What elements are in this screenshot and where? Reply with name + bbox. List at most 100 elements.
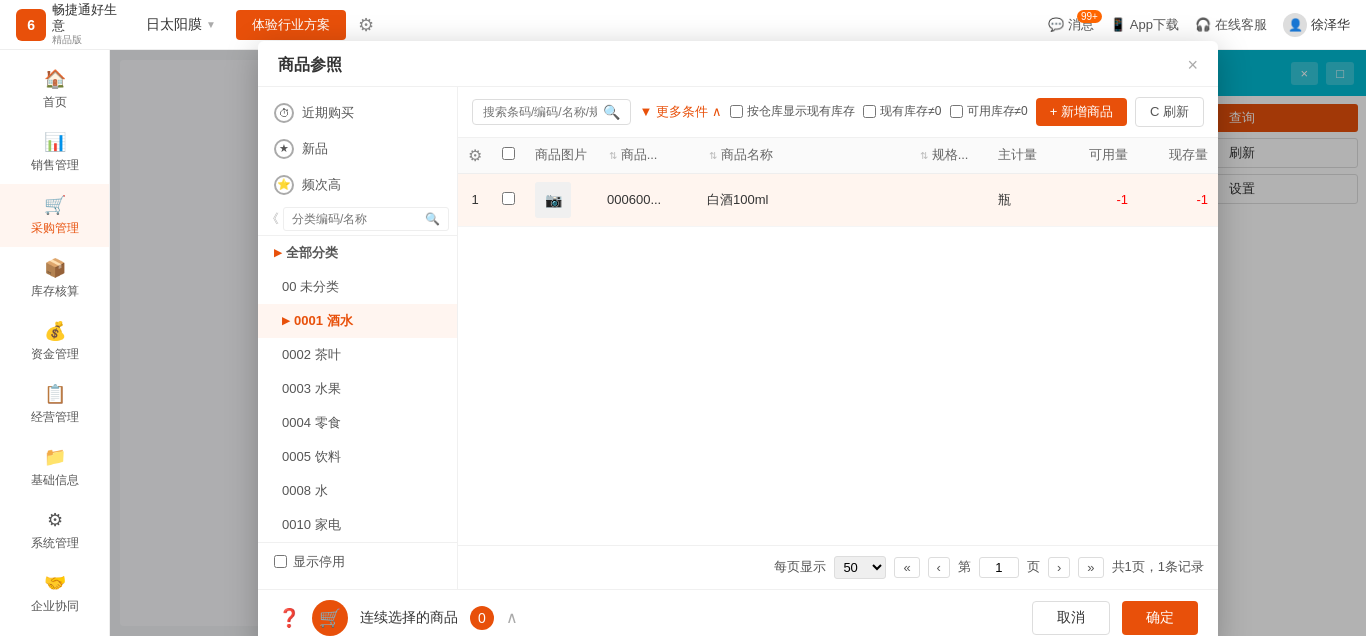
quick-item-frequent[interactable]: ⭐ 频次高	[258, 167, 457, 203]
col-spec-header[interactable]: ⇅ 规格...	[908, 138, 988, 174]
warehouse-checkbox[interactable]	[730, 105, 743, 118]
row-name: 白酒100ml	[697, 173, 908, 226]
category-0001[interactable]: ▶ 0001 酒水	[258, 304, 457, 338]
next-page-button[interactable]: ›	[1048, 557, 1070, 578]
filter-button[interactable]: ▼ 更多条件 ∧	[639, 103, 722, 121]
prev-page-button[interactable]: ‹	[928, 557, 950, 578]
col-stock-label: 现存量	[1169, 147, 1208, 162]
checkbox-stock-nonzero[interactable]: 现有库存≠0	[863, 103, 941, 120]
sidebar-label-collab: 企业协同	[31, 598, 79, 615]
category-search-input[interactable]	[292, 212, 421, 226]
sidebar-label-inventory: 库存核算	[31, 283, 79, 300]
cart-label: 连续选择的商品	[360, 609, 458, 627]
quick-item-recent[interactable]: ⏱ 近期购买	[258, 95, 457, 131]
category-all-label: 全部分类	[286, 244, 338, 262]
category-all[interactable]: ▶ 全部分类	[258, 236, 457, 270]
store-selector[interactable]: 日太阳膜 ▼	[138, 12, 224, 38]
col-stock-header: 现存量	[1138, 138, 1218, 174]
sidebar-item-collab[interactable]: 🤝 企业协同	[0, 562, 109, 625]
sidebar-label-home: 首页	[43, 94, 67, 111]
sidebar-item-system[interactable]: ⚙ 系统管理	[0, 499, 109, 562]
product-search-input[interactable]	[483, 105, 597, 119]
help-icon[interactable]: ❓	[278, 607, 300, 629]
category-0010[interactable]: 0010 家电	[258, 508, 457, 542]
checkbox-avail-nonzero[interactable]: 可用库存≠0	[950, 103, 1028, 120]
sidebar-item-sales[interactable]: 📊 销售管理	[0, 121, 109, 184]
sidebar-item-purchase[interactable]: 🛒 采购管理	[0, 184, 109, 247]
collapse-left-icon[interactable]: 《	[266, 210, 279, 228]
sidebar-item-inventory[interactable]: 📦 库存核算	[0, 247, 109, 310]
online-service-label: 在线客服	[1215, 16, 1267, 34]
row-check	[492, 173, 525, 226]
sidebar-item-finance[interactable]: 💰 资金管理	[0, 310, 109, 373]
page-size-select[interactable]: 20 50 100	[834, 556, 886, 579]
user-item[interactable]: 👤 徐泽华	[1283, 13, 1350, 37]
footer-buttons: 取消 确定	[1032, 601, 1198, 635]
modal-close-button[interactable]: ×	[1187, 55, 1198, 76]
experience-button[interactable]: 体验行业方案	[236, 10, 346, 40]
col-name-header[interactable]: ⇅ 商品名称	[697, 138, 908, 174]
category-0005[interactable]: 0005 饮料	[258, 440, 457, 474]
sort-icon: ⇅	[609, 150, 617, 161]
cart-button[interactable]: 🛒	[312, 600, 348, 636]
confirm-button[interactable]: 确定	[1122, 601, 1198, 635]
sidebar-item-home[interactable]: 🏠 首页	[0, 58, 109, 121]
app-download-label: App下载	[1130, 16, 1179, 34]
sort-name-icon: ⇅	[709, 150, 717, 161]
first-page-button[interactable]: «	[894, 557, 919, 578]
sidebar-label-operations: 经营管理	[31, 409, 79, 426]
table-settings-icon[interactable]: ⚙	[468, 146, 482, 165]
product-table-wrapper: ⚙ 商品图片	[458, 138, 1218, 545]
store-name: 日太阳膜	[146, 16, 202, 34]
select-all-checkbox[interactable]	[502, 147, 515, 160]
logo-sub: 精品版	[52, 33, 126, 47]
product-search-box: 🔍	[472, 99, 631, 125]
online-service-item[interactable]: 🎧 在线客服	[1195, 16, 1267, 34]
sidebar-item-basic[interactable]: 📁 基础信息	[0, 436, 109, 499]
stock-nonzero-label: 现有库存≠0	[880, 103, 941, 120]
app-download-item[interactable]: 📱 App下载	[1110, 16, 1179, 34]
last-page-button[interactable]: »	[1078, 557, 1103, 578]
messages-item[interactable]: 💬 消息 99+	[1048, 16, 1094, 34]
cancel-button[interactable]: 取消	[1032, 601, 1110, 635]
category-0004-label: 0004 零食	[282, 415, 341, 430]
category-0004[interactable]: 0004 零食	[258, 406, 457, 440]
collapse-icon[interactable]: ∧	[506, 608, 518, 627]
avail-nonzero-checkbox[interactable]	[950, 105, 963, 118]
show-disabled-checkbox[interactable]	[274, 555, 287, 568]
row-checkbox[interactable]	[502, 192, 515, 205]
col-code-header[interactable]: ⇅ 商品...	[597, 138, 697, 174]
checkbox-warehouse[interactable]: 按仓库显示现有库存	[730, 103, 855, 120]
quick-label-recent: 近期购买	[302, 104, 354, 122]
add-product-button[interactable]: + 新增商品	[1036, 98, 1127, 126]
refresh-button[interactable]: C 刷新	[1135, 97, 1204, 127]
sort-spec-icon: ⇅	[920, 150, 928, 161]
col-spec-label: 规格...	[932, 147, 969, 162]
category-0003[interactable]: 0003 水果	[258, 372, 457, 406]
col-img-header: 商品图片	[525, 138, 597, 174]
category-0008[interactable]: 0008 水	[258, 474, 457, 508]
sidebar-item-operations[interactable]: 📋 经营管理	[0, 373, 109, 436]
stock-nonzero-checkbox[interactable]	[863, 105, 876, 118]
gear-icon[interactable]: ⚙	[358, 14, 374, 36]
category-0010-label: 0010 家电	[282, 517, 341, 532]
page-number-input[interactable]	[979, 557, 1019, 578]
page-size-label: 每页显示	[774, 558, 826, 576]
image-placeholder-icon: 📷	[545, 192, 562, 208]
table-header: ⚙ 商品图片	[458, 138, 1218, 174]
category-search-box: 🔍	[283, 207, 449, 231]
quick-item-new[interactable]: ★ 新品	[258, 131, 457, 167]
sidebar-item-guide[interactable]: 📖 新手引导	[0, 625, 109, 636]
category-0002-label: 0002 茶叶	[282, 347, 341, 362]
left-footer: 显示停用	[258, 542, 457, 581]
inventory-icon: 📦	[44, 257, 66, 279]
category-00[interactable]: 00 未分类	[258, 270, 457, 304]
category-0002[interactable]: 0002 茶叶	[258, 338, 457, 372]
modal-toolbar: 🔍 ▼ 更多条件 ∧ 按仓库显示现有库存	[458, 87, 1218, 138]
freq-icon: ⭐	[274, 175, 294, 195]
col-name-label: 商品名称	[721, 147, 773, 162]
row-settings: 1	[458, 173, 492, 226]
table-row[interactable]: 1 📷	[458, 173, 1218, 226]
user-name: 徐泽华	[1311, 16, 1350, 34]
product-table: ⚙ 商品图片	[458, 138, 1218, 227]
